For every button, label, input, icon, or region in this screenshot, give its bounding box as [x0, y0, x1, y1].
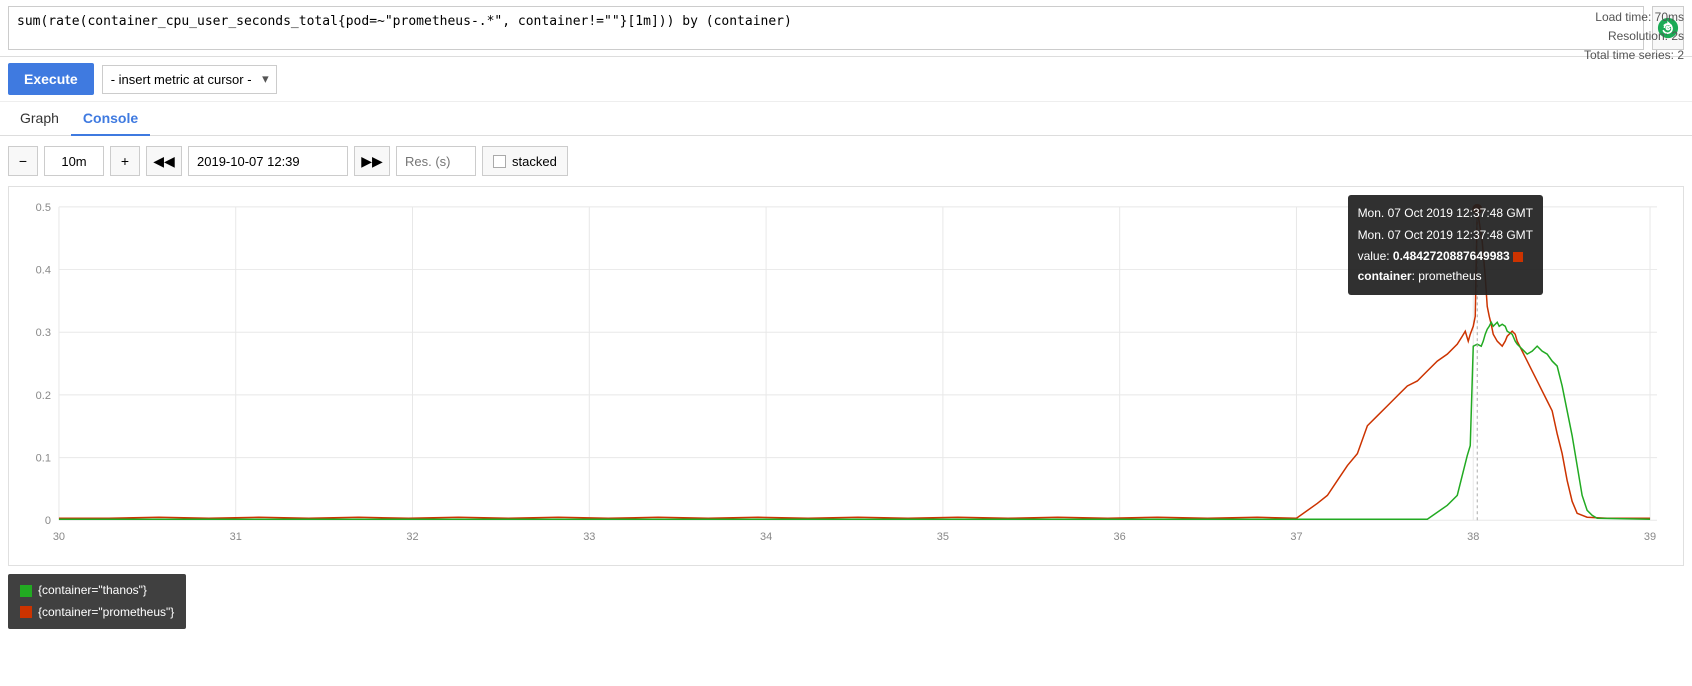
chart-area: 0.5 0.4 0.3 0.2 0.1 0 30 31 32 33 34 [8, 186, 1684, 566]
tab-graph[interactable]: Graph [8, 102, 71, 136]
query-input[interactable]: sum(rate(container_cpu_user_seconds_tota… [8, 6, 1644, 50]
svg-text:0.4: 0.4 [36, 265, 51, 277]
execute-button[interactable]: Execute [8, 63, 94, 95]
chart-svg: 0.5 0.4 0.3 0.2 0.1 0 30 31 32 33 34 [9, 187, 1683, 565]
svg-text:36: 36 [1114, 531, 1126, 543]
toolbar: Execute - insert metric at cursor - [0, 57, 1692, 102]
meta-info: Load time: 70ms Resolution: 2s Total tim… [1584, 8, 1684, 66]
graph-controls: − + ◀◀ ▶▶ stacked [0, 136, 1692, 186]
svg-text:31: 31 [230, 531, 242, 543]
query-bar: sum(rate(container_cpu_user_seconds_tota… [0, 0, 1692, 57]
legend-item-prometheus: {container="prometheus"} [20, 602, 174, 624]
load-time: Load time: 70ms [1584, 8, 1684, 27]
datetime-input[interactable] [188, 146, 348, 176]
legend-label-thanos: {container="thanos"} [38, 580, 147, 602]
legend-swatch-prometheus [20, 606, 32, 618]
legend-item-thanos: {container="thanos"} [20, 580, 174, 602]
svg-text:38: 38 [1467, 531, 1479, 543]
resolution-input[interactable] [396, 146, 476, 176]
tab-console[interactable]: Console [71, 102, 150, 136]
resolution: Resolution: 2s [1584, 27, 1684, 46]
svg-text:32: 32 [406, 531, 418, 543]
svg-text:33: 33 [583, 531, 595, 543]
svg-text:37: 37 [1290, 531, 1302, 543]
stacked-checkbox [493, 155, 506, 168]
legend-box: {container="thanos"} {container="prometh… [8, 574, 186, 629]
svg-text:0.5: 0.5 [36, 202, 51, 214]
forward-button[interactable]: ▶▶ [354, 146, 390, 176]
back-button[interactable]: ◀◀ [146, 146, 182, 176]
insert-metric-wrapper: - insert metric at cursor - [102, 65, 277, 94]
insert-metric-select[interactable]: - insert metric at cursor - [102, 65, 277, 94]
zoom-in-button[interactable]: + [110, 146, 140, 176]
tabs-bar: Graph Console [0, 102, 1692, 136]
svg-text:30: 30 [53, 531, 65, 543]
svg-text:35: 35 [937, 531, 949, 543]
svg-text:0.2: 0.2 [36, 390, 51, 402]
svg-text:0.3: 0.3 [36, 327, 51, 339]
total-series: Total time series: 2 [1584, 46, 1684, 65]
red-series [59, 209, 1650, 518]
page-wrapper: Load time: 70ms Resolution: 2s Total tim… [0, 0, 1692, 686]
green-series [59, 322, 1650, 519]
svg-text:34: 34 [760, 531, 772, 543]
peak-dot [1472, 204, 1482, 214]
duration-input[interactable] [44, 146, 104, 176]
zoom-out-button[interactable]: − [8, 146, 38, 176]
svg-text:0: 0 [45, 515, 51, 527]
legend-label-prometheus: {container="prometheus"} [38, 602, 174, 624]
legend-swatch-thanos [20, 585, 32, 597]
svg-text:0.1: 0.1 [36, 453, 51, 465]
svg-text:39: 39 [1644, 531, 1656, 543]
stacked-button[interactable]: stacked [482, 146, 568, 176]
stacked-label: stacked [512, 154, 557, 169]
